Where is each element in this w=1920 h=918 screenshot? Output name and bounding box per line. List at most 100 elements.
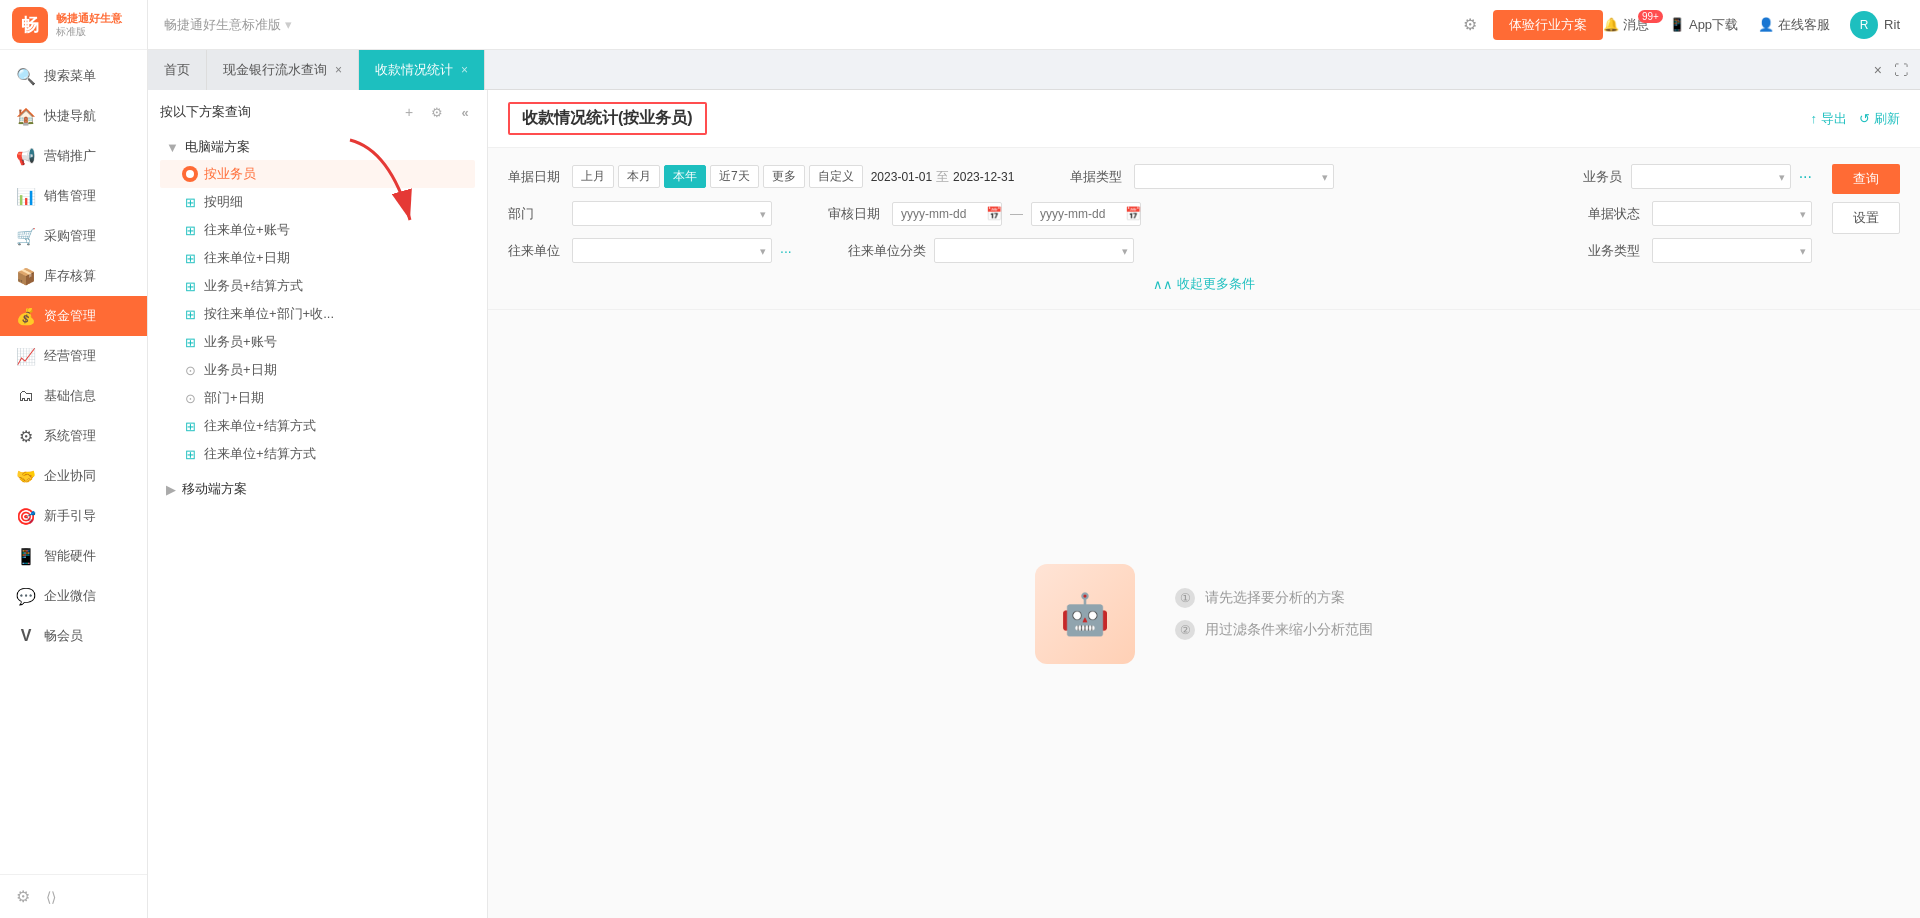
sidebar-item-marketing[interactable]: 📢 营销推广 xyxy=(0,136,147,176)
unit-more-icon[interactable]: ··· xyxy=(780,243,792,259)
sidebar-item-basic[interactable]: 🗂 基础信息 xyxy=(0,376,147,416)
inventory-icon: 📦 xyxy=(16,266,36,286)
dept-date-icon: ⊙ xyxy=(182,390,198,406)
filter-salesperson-row: 业务员 ··· xyxy=(1583,164,1812,189)
unit-category-select[interactable] xyxy=(934,238,1134,263)
tab-receipt-stats[interactable]: 收款情况统计 × xyxy=(359,50,485,90)
salesperson-select[interactable] xyxy=(1631,164,1791,189)
sales-icon: 📊 xyxy=(16,186,36,206)
tree-item-dept-date[interactable]: ⊙ 部门+日期 xyxy=(160,384,475,412)
biz-type-select-wrapper xyxy=(1652,238,1812,263)
dept-select[interactable] xyxy=(572,201,772,226)
tree-item-unit-dept-collect[interactable]: ⊞ 按往来单位+部门+收... xyxy=(160,300,475,328)
top-header: 畅捷通好生意标准版 ▾ ⚙ 体验行业方案 🔔 消息 99+ 📱 App下载 👤 … xyxy=(148,0,1920,50)
app-download-button[interactable]: 📱 App下载 xyxy=(1669,16,1738,34)
sidebar-item-sales[interactable]: 📊 销售管理 xyxy=(0,176,147,216)
collapse-bar[interactable]: ∧∧ 收起更多条件 xyxy=(508,275,1900,293)
unit-label: 往来单位 xyxy=(508,242,564,260)
sidebar-label-purchase: 采购管理 xyxy=(44,227,96,245)
breadcrumb-arrow: ▾ xyxy=(285,17,292,32)
date-btn-this-year[interactable]: 本年 xyxy=(664,165,706,188)
sidebar-item-operation[interactable]: 📈 经营管理 xyxy=(0,336,147,376)
sidebar-item-purchase[interactable]: 🛒 采购管理 xyxy=(0,216,147,256)
user-profile[interactable]: R Rit xyxy=(1850,11,1900,39)
avatar: R xyxy=(1850,11,1878,39)
query-button[interactable]: 查询 xyxy=(1832,164,1900,194)
scheme-header: 按以下方案查询 + ⚙ « xyxy=(160,102,475,122)
doc-type-select[interactable] xyxy=(1134,164,1334,189)
footer-settings-icon[interactable]: ⚙ xyxy=(16,887,30,906)
filter-settings-button[interactable]: 设置 xyxy=(1832,202,1900,234)
tip-num-2: ② xyxy=(1175,620,1195,640)
tab-home[interactable]: 首页 xyxy=(148,50,207,90)
tree-item-by-detail[interactable]: ⊞ 按明细 xyxy=(160,188,475,216)
scheme-collapse-icon[interactable]: « xyxy=(455,102,475,122)
tree-group-desktop-title[interactable]: ▼ 电脑端方案 xyxy=(160,134,475,160)
scheme-panel: 按以下方案查询 + ⚙ « ▼ 电脑端方案 按业务员 xyxy=(148,90,488,918)
tree-group-mobile-title[interactable]: ▶ 移动端方案 xyxy=(160,476,475,502)
breadcrumb: 畅捷通好生意标准版 ▾ xyxy=(148,16,1463,34)
sidebar-item-system[interactable]: ⚙ 系统管理 xyxy=(0,416,147,456)
tree-item-unit-date[interactable]: ⊞ 往来单位+日期 xyxy=(160,244,475,272)
notifications-button[interactable]: 🔔 消息 99+ xyxy=(1603,16,1649,34)
app-download-label: App下载 xyxy=(1689,16,1738,34)
footer-expand-icon[interactable]: ⟨⟩ xyxy=(46,889,56,905)
scheme-settings-icon[interactable]: ⚙ xyxy=(427,102,447,122)
tab-bank-flow-close[interactable]: × xyxy=(335,63,342,77)
sidebar-item-enterprise[interactable]: 🤝 企业协同 xyxy=(0,456,147,496)
logo-icon: 畅 xyxy=(12,7,48,43)
tip-text-2: 用过滤条件来缩小分析范围 xyxy=(1205,621,1373,639)
sidebar-item-guide[interactable]: 🎯 新手引导 xyxy=(0,496,147,536)
tree-item-unit-account[interactable]: ⊞ 往来单位+账号 xyxy=(160,216,475,244)
export-button[interactable]: ↑ 导出 xyxy=(1811,110,1848,128)
sidebar: 畅 畅捷通好生意 标准版 🔍 搜索菜单 🏠 快捷导航 📢 营销推广 📊 销售管理… xyxy=(0,0,148,918)
refresh-button[interactable]: ↺ 刷新 xyxy=(1859,110,1900,128)
tab-bank-flow-label: 现金银行流水查询 xyxy=(223,61,327,79)
date-btn-last-month[interactable]: 上月 xyxy=(572,165,614,188)
unit-select[interactable] xyxy=(572,238,772,263)
header-gear-icon[interactable]: ⚙ xyxy=(1463,15,1477,34)
tree-group-mobile-label: 移动端方案 xyxy=(182,480,247,498)
sidebar-item-wechat[interactable]: 💬 企业微信 xyxy=(0,576,147,616)
tree-item-unit-settle2[interactable]: ⊞ 往来单位+结算方式 xyxy=(160,440,475,468)
salesperson-label: 业务员 xyxy=(1583,168,1623,186)
biz-type-select[interactable] xyxy=(1652,238,1812,263)
sidebar-label-sales: 销售管理 xyxy=(44,187,96,205)
tree-item-salesperson-date[interactable]: ⊙ 业务员+日期 xyxy=(160,356,475,384)
salesperson-more-icon[interactable]: ··· xyxy=(1799,168,1812,186)
date-btn-more[interactable]: 更多 xyxy=(763,165,805,188)
date-btn-last-7[interactable]: 近7天 xyxy=(710,165,759,188)
tree-item-unit-account-label: 往来单位+账号 xyxy=(204,221,290,239)
date-btn-custom[interactable]: 自定义 xyxy=(809,165,863,188)
date-btn-this-month[interactable]: 本月 xyxy=(618,165,660,188)
tab-close-all-icon[interactable]: × xyxy=(1874,62,1882,78)
tree-item-by-salesperson[interactable]: 按业务员 xyxy=(160,160,475,188)
sidebar-item-quicknav[interactable]: 🏠 快捷导航 xyxy=(0,96,147,136)
tab-bank-flow[interactable]: 现金银行流水查询 × xyxy=(207,50,359,90)
sidebar-item-inventory[interactable]: 📦 库存核算 xyxy=(0,256,147,296)
unit-date-icon: ⊞ xyxy=(182,250,198,266)
tree-item-salesperson-settle[interactable]: ⊞ 业务员+结算方式 xyxy=(160,272,475,300)
scheme-tree: ▼ 电脑端方案 按业务员 ⊞ 按明细 ⊞ 往来单位+账号 xyxy=(160,134,475,502)
svg-point-0 xyxy=(186,170,194,178)
collapse-label: 收起更多条件 xyxy=(1177,275,1255,293)
doc-type-select-wrapper xyxy=(1134,164,1334,189)
tab-maximize-icon[interactable]: ⛶ xyxy=(1894,62,1908,78)
sidebar-item-finance[interactable]: 💰 资金管理 xyxy=(0,296,147,336)
tree-item-salesperson-account[interactable]: ⊞ 业务员+账号 xyxy=(160,328,475,356)
sidebar-item-search[interactable]: 🔍 搜索菜单 xyxy=(0,56,147,96)
scheme-add-icon[interactable]: + xyxy=(399,102,419,122)
online-service-button[interactable]: 👤 在线客服 xyxy=(1758,16,1830,34)
sidebar-item-hardware[interactable]: 📱 智能硬件 xyxy=(0,536,147,576)
date-label: 单据日期 xyxy=(508,168,564,186)
sidebar-label-hardware: 智能硬件 xyxy=(44,547,96,565)
phone-icon: 📱 xyxy=(1669,17,1685,32)
trial-button[interactable]: 体验行业方案 xyxy=(1493,10,1603,40)
tree-mobile-arrow-icon: ▶ xyxy=(166,482,176,497)
tab-receipt-stats-close[interactable]: × xyxy=(461,63,468,77)
biz-type-label: 业务类型 xyxy=(1588,242,1644,260)
refresh-label: 刷新 xyxy=(1874,110,1900,128)
sidebar-item-member[interactable]: V 畅会员 xyxy=(0,616,147,656)
doc-status-select[interactable] xyxy=(1652,201,1812,226)
tree-item-unit-settle1[interactable]: ⊞ 往来单位+结算方式 xyxy=(160,412,475,440)
